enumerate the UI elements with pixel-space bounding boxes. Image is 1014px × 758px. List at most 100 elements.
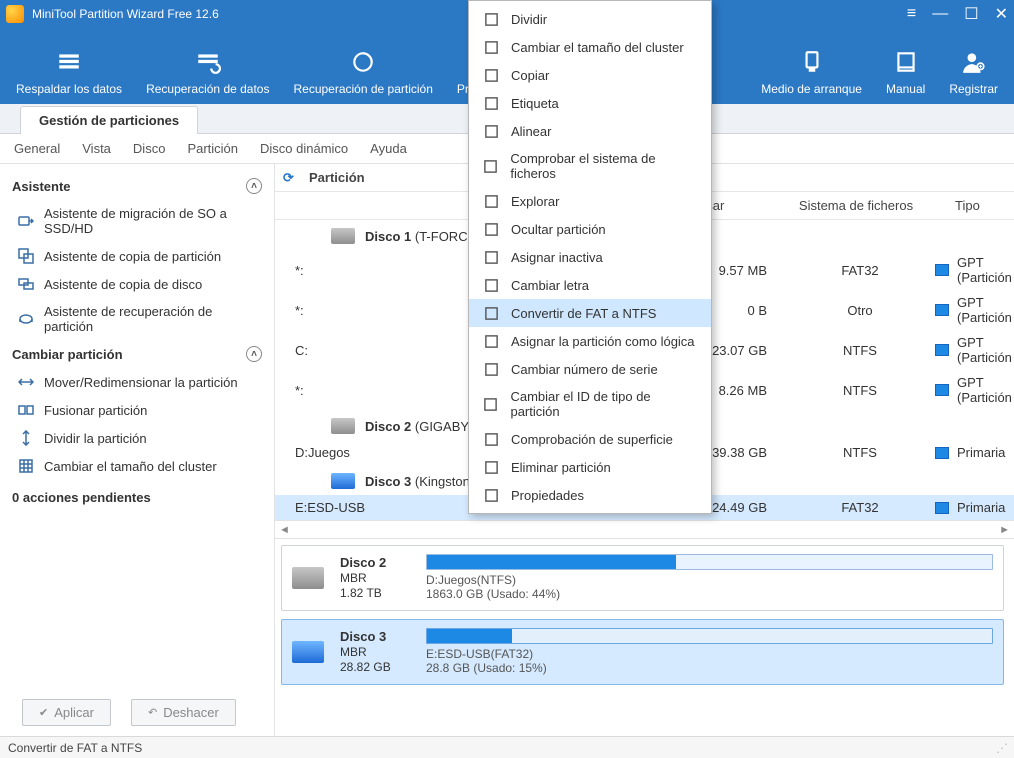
menu-item-icon	[483, 123, 499, 139]
window-controls: ≡ — ☐ ✕	[907, 4, 1008, 24]
minimize-icon[interactable]: —	[932, 5, 948, 23]
sidebar-item-label: Asistente de copia de partición	[44, 249, 221, 264]
context-menu-item[interactable]: Asignar inactiva	[469, 243, 711, 271]
disk-name: Disco 1	[365, 229, 411, 244]
sidebar-item-label: Cambiar el tamaño del cluster	[44, 459, 217, 474]
wizard-recover-partition[interactable]: Asistente de recuperación de partición	[8, 298, 266, 340]
register-button[interactable]: Registrar	[937, 28, 1010, 104]
manual-label: Manual	[886, 82, 925, 96]
menu-item-icon	[483, 333, 499, 349]
action-cluster-size[interactable]: Cambiar el tamaño del cluster	[8, 452, 266, 480]
color-swatch-icon	[935, 502, 949, 514]
manual-button[interactable]: Manual	[874, 28, 937, 104]
app-logo-icon	[6, 5, 24, 23]
context-menu-item[interactable]: Etiqueta	[469, 89, 711, 117]
action-merge[interactable]: Fusionar partición	[8, 396, 266, 424]
color-swatch-icon	[935, 264, 949, 276]
action-split[interactable]: Dividir la partición	[8, 424, 266, 452]
context-menu-item[interactable]: Copiar	[469, 61, 711, 89]
disk-map-name: Disco 2	[340, 555, 386, 570]
context-menu-item[interactable]: Eliminar partición	[469, 453, 711, 481]
chevron-up-icon[interactable]: ˄	[246, 346, 262, 362]
disk-map-line1: E:ESD-USB(FAT32)	[426, 647, 533, 661]
chevron-up-icon[interactable]: ˄	[246, 178, 262, 194]
book-icon	[892, 48, 920, 76]
menu-item-label: Asignar la partición como lógica	[511, 334, 695, 349]
hamburger-icon[interactable]: ≡	[907, 5, 916, 23]
resize-grip-icon[interactable]: ⋰	[996, 741, 1006, 755]
scroll-left-icon[interactable]: ◄	[279, 524, 290, 536]
disk-icon	[331, 228, 355, 244]
wizard-migrate-os[interactable]: Asistente de migración de SO a SSD/HD	[8, 200, 266, 242]
disk-map-3[interactable]: Disco 3MBR28.82 GB E:ESD-USB(FAT32)28.8 …	[281, 619, 1004, 685]
disk-name: Disco 2	[365, 419, 411, 434]
data-recovery-button[interactable]: Recuperación de datos	[134, 28, 281, 104]
context-menu-item[interactable]: Cambiar letra	[469, 271, 711, 299]
menu-item-label: Cambiar letra	[511, 278, 589, 293]
menu-particion[interactable]: Partición	[187, 141, 238, 156]
maximize-icon[interactable]: ☐	[964, 4, 978, 24]
partition-recovery-label: Recuperación de partición	[293, 82, 432, 96]
context-menu-item[interactable]: Dividir	[469, 5, 711, 33]
disk-map-size: 1.82 TB	[340, 586, 382, 600]
menu-disco-dinamico[interactable]: Disco dinámico	[260, 141, 348, 156]
usage-bar	[426, 628, 993, 644]
reload-icon[interactable]: ⟳	[283, 170, 299, 186]
bottom-buttons: ✔Aplicar ↶Deshacer	[22, 699, 236, 726]
menu-item-icon	[483, 361, 499, 377]
color-swatch-icon	[935, 384, 949, 396]
disk-map-size: 28.82 GB	[340, 660, 391, 674]
context-menu-item[interactable]: Propiedades	[469, 481, 711, 509]
data-recovery-icon	[194, 48, 222, 76]
context-menu-item[interactable]: Cambiar el ID de tipo de partición	[469, 383, 711, 425]
sidebar-item-label: Dividir la partición	[44, 431, 147, 446]
undo-button[interactable]: ↶Deshacer	[131, 699, 236, 726]
menu-disco[interactable]: Disco	[133, 141, 166, 156]
apply-button[interactable]: ✔Aplicar	[22, 699, 111, 726]
partition-recovery-icon	[349, 48, 377, 76]
usb-disk-icon	[331, 473, 355, 489]
partition-recovery-button[interactable]: Recuperación de partición	[281, 28, 444, 104]
menu-vista[interactable]: Vista	[82, 141, 111, 156]
disk-map-scheme: MBR	[340, 571, 367, 585]
register-label: Registrar	[949, 82, 998, 96]
context-menu-item[interactable]: Alinear	[469, 117, 711, 145]
context-menu-item[interactable]: Explorar	[469, 187, 711, 215]
action-move-resize[interactable]: Mover/Redimensionar la partición	[8, 368, 266, 396]
context-menu-item[interactable]: Convertir de FAT a NTFS	[469, 299, 711, 327]
backup-label: Respaldar los datos	[16, 82, 122, 96]
menu-general[interactable]: General	[14, 141, 60, 156]
usb-disk-icon	[292, 641, 324, 663]
migrate-icon	[18, 213, 34, 229]
context-menu-item[interactable]: Comprobar el sistema de ficheros	[469, 145, 711, 187]
scroll-right-icon[interactable]: ►	[999, 524, 1010, 536]
backup-button[interactable]: Respaldar los datos	[4, 28, 134, 104]
menu-item-label: Comprobar el sistema de ficheros	[510, 151, 697, 181]
menu-item-icon	[483, 277, 499, 293]
menu-item-icon	[483, 431, 499, 447]
col-fs[interactable]: Sistema de ficheros	[781, 198, 931, 213]
sidebar-item-label: Asistente de recuperación de partición	[44, 304, 262, 334]
context-menu-item[interactable]: Ocultar partición	[469, 215, 711, 243]
context-menu-item[interactable]: Asignar la partición como lógica	[469, 327, 711, 355]
partition-header-label: Partición	[309, 170, 365, 185]
wizard-copy-disk[interactable]: Asistente de copia de disco	[8, 270, 266, 298]
tab-partition-management[interactable]: Gestión de particiones	[20, 106, 198, 134]
horizontal-scrollbar[interactable]: ◄►	[275, 520, 1014, 538]
split-icon	[18, 430, 34, 446]
sidebar-heading-asistente[interactable]: Asistente ˄	[8, 172, 266, 200]
disk-icon	[292, 567, 324, 589]
sidebar-item-label: Asistente de migración de SO a SSD/HD	[44, 206, 262, 236]
boot-media-button[interactable]: Medio de arranque	[749, 28, 874, 104]
menu-item-icon	[483, 396, 498, 412]
close-icon[interactable]: ✕	[995, 4, 1008, 24]
context-menu-item[interactable]: Comprobación de superficie	[469, 425, 711, 453]
sidebar-heading-cambiar[interactable]: Cambiar partición ˄	[8, 340, 266, 368]
menu-ayuda[interactable]: Ayuda	[370, 141, 407, 156]
context-menu-item[interactable]: Cambiar el tamaño del cluster	[469, 33, 711, 61]
col-tipo[interactable]: Tipo	[947, 198, 1014, 213]
context-menu-item[interactable]: Cambiar número de serie	[469, 355, 711, 383]
disk-map-2[interactable]: Disco 2MBR1.82 TB D:Juegos(NTFS)1863.0 G…	[281, 545, 1004, 611]
undo-label: Deshacer	[163, 705, 219, 720]
wizard-copy-partition[interactable]: Asistente de copia de partición	[8, 242, 266, 270]
